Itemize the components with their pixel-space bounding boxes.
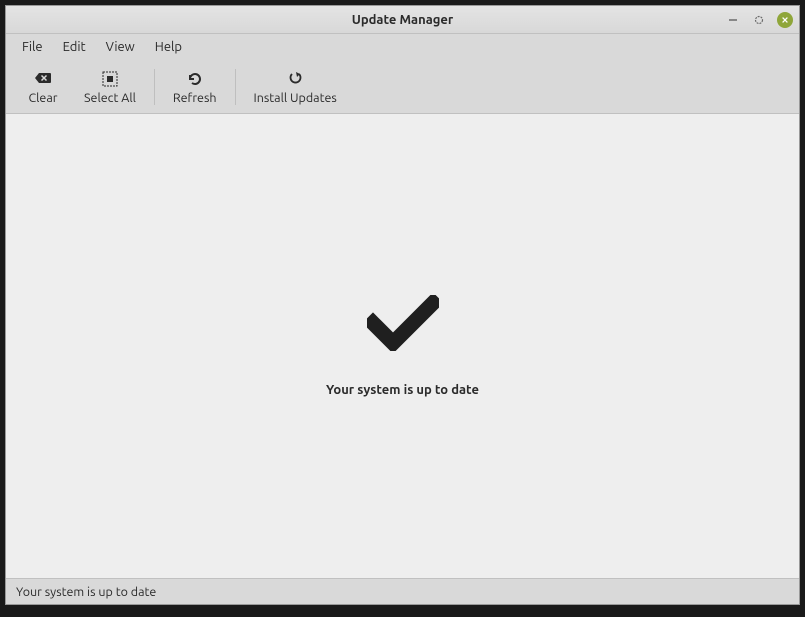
select-all-label: Select All xyxy=(84,91,136,105)
toolbar: Clear Select All Refresh xyxy=(6,60,799,114)
window-title: Update Manager xyxy=(352,13,454,27)
statusbar: Your system is up to date xyxy=(6,578,799,604)
checkmark-icon xyxy=(367,295,439,355)
clear-button[interactable]: Clear xyxy=(14,65,72,109)
install-updates-label: Install Updates xyxy=(254,91,337,105)
refresh-button[interactable]: Refresh xyxy=(161,65,229,109)
app-window: Update Manager File Edit View Help xyxy=(5,5,800,605)
maximize-button[interactable] xyxy=(751,12,767,28)
statusbar-message: Your system is up to date xyxy=(16,585,156,599)
select-all-button[interactable]: Select All xyxy=(72,65,148,109)
titlebar: Update Manager xyxy=(6,6,799,34)
menu-help[interactable]: Help xyxy=(147,37,190,57)
content-area: Your system is up to date xyxy=(6,114,799,578)
install-updates-icon xyxy=(286,69,304,89)
toolbar-separator xyxy=(154,69,155,105)
menu-edit[interactable]: Edit xyxy=(55,37,94,57)
refresh-icon xyxy=(187,69,203,89)
minimize-button[interactable] xyxy=(725,12,741,28)
close-button[interactable] xyxy=(777,12,793,28)
refresh-label: Refresh xyxy=(173,91,217,105)
menubar: File Edit View Help xyxy=(6,34,799,60)
install-updates-button[interactable]: Install Updates xyxy=(242,65,349,109)
clear-icon xyxy=(34,69,52,89)
window-controls xyxy=(725,12,793,28)
select-all-icon xyxy=(102,69,118,89)
clear-label: Clear xyxy=(28,91,57,105)
menu-file[interactable]: File xyxy=(14,37,51,57)
status-message: Your system is up to date xyxy=(326,383,479,397)
toolbar-separator xyxy=(235,69,236,105)
menu-view[interactable]: View xyxy=(98,37,143,57)
